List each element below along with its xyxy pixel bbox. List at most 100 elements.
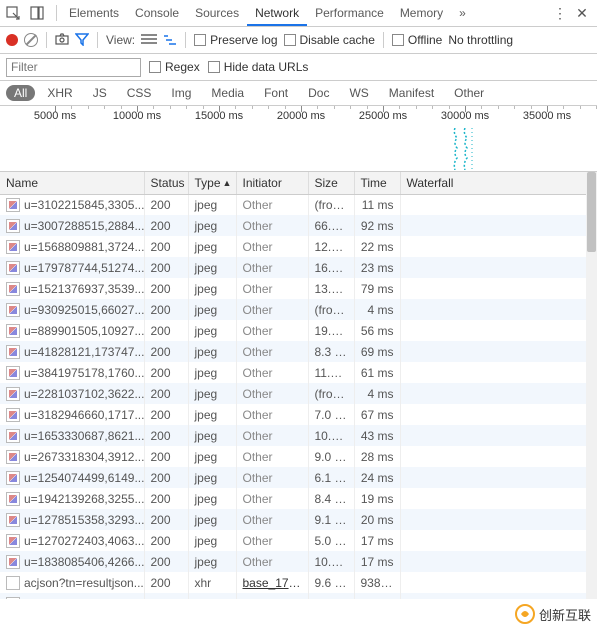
status-cell: 200 — [144, 362, 188, 383]
disable-cache-checkbox[interactable]: Disable cache — [284, 33, 375, 47]
type-media[interactable]: Media — [203, 85, 252, 101]
timeline-ruler[interactable]: 5000 ms10000 ms15000 ms20000 ms25000 ms3… — [0, 106, 597, 172]
request-table-container: NameStatusType▲InitiatorSizeTimeWaterfal… — [0, 172, 597, 599]
column-name[interactable]: Name — [0, 172, 144, 194]
tab-memory[interactable]: Memory — [392, 0, 451, 26]
time-cell: 11 ms — [354, 194, 400, 215]
initiator-cell: Other — [236, 488, 308, 509]
type-manifest[interactable]: Manifest — [381, 85, 442, 101]
type-cell: jpeg — [188, 215, 236, 236]
sort-asc-icon: ▲ — [223, 178, 232, 188]
size-cell: 12.3 ... — [308, 236, 354, 257]
table-row[interactable]: u=1568809881,3724...200jpegOther12.3 ...… — [0, 236, 597, 257]
watermark: 创新互联 — [515, 604, 591, 624]
column-status[interactable]: Status — [144, 172, 188, 194]
size-cell: 8.3 KB — [308, 341, 354, 362]
request-name: u=179787744,51274... — [24, 261, 144, 275]
tab-network[interactable]: Network — [247, 0, 307, 26]
type-ws[interactable]: WS — [341, 85, 376, 101]
menu-icon[interactable]: ⋮ — [549, 5, 571, 22]
column-type[interactable]: Type▲ — [188, 172, 236, 194]
type-cell: jpeg — [188, 278, 236, 299]
table-row[interactable]: u=1278515358,3293...200jpegOther9.1 KB20… — [0, 509, 597, 530]
file-type-icon — [6, 387, 20, 401]
column-waterfall[interactable]: Waterfall — [400, 172, 597, 194]
table-row[interactable]: u=1838085406,4266...200jpegOther10.5 ...… — [0, 551, 597, 572]
request-name: acjson?tn=resultjson... — [24, 576, 144, 590]
column-initiator[interactable]: Initiator — [236, 172, 308, 194]
record-button[interactable] — [6, 34, 18, 46]
clear-button[interactable] — [24, 33, 38, 47]
table-row[interactable]: acjson?tn=resultjson...200xhrbase_175b..… — [0, 593, 597, 599]
time-cell: 20 ms — [354, 509, 400, 530]
column-time[interactable]: Time — [354, 172, 400, 194]
table-row[interactable]: u=3841975178,1760...200jpegOther11.3 ...… — [0, 362, 597, 383]
table-row[interactable]: u=1653330687,8621...200jpegOther10.0 ...… — [0, 425, 597, 446]
table-row[interactable]: acjson?tn=resultjson...200xhrbase_175b..… — [0, 572, 597, 593]
time-cell: 43 ms — [354, 425, 400, 446]
initiator-cell[interactable]: base_175b... — [236, 572, 308, 593]
type-doc[interactable]: Doc — [300, 85, 337, 101]
time-cell: 61 ms — [354, 362, 400, 383]
initiator-cell[interactable]: base_175b... — [236, 593, 308, 599]
tab-performance[interactable]: Performance — [307, 0, 392, 26]
type-other[interactable]: Other — [446, 85, 492, 101]
column-size[interactable]: Size — [308, 172, 354, 194]
tab-console[interactable]: Console — [127, 0, 187, 26]
waterfall-icon[interactable] — [163, 33, 177, 47]
initiator-cell: Other — [236, 551, 308, 572]
table-row[interactable]: u=930925015,66027...200jpegOther(from...… — [0, 299, 597, 320]
type-font[interactable]: Font — [256, 85, 296, 101]
dock-side-icon[interactable] — [28, 4, 46, 22]
hide-data-urls-checkbox[interactable]: Hide data URLs — [208, 60, 309, 74]
regex-checkbox[interactable]: Regex — [149, 60, 200, 74]
type-cell: jpeg — [188, 467, 236, 488]
type-xhr[interactable]: XHR — [39, 85, 80, 101]
status-cell: 200 — [144, 215, 188, 236]
table-row[interactable]: u=2281037102,3622...200jpegOther(from...… — [0, 383, 597, 404]
select-element-icon[interactable] — [4, 4, 22, 22]
table-row[interactable]: u=41828121,173747...200jpegOther8.3 KB69… — [0, 341, 597, 362]
type-cell: jpeg — [188, 488, 236, 509]
size-cell: 16.7 ... — [308, 257, 354, 278]
initiator-cell: Other — [236, 215, 308, 236]
tab-sources[interactable]: Sources — [187, 0, 247, 26]
throttling-dropdown[interactable]: No throttling — [448, 33, 513, 47]
table-row[interactable]: u=3007288515,2884...200jpegOther66.6 ...… — [0, 215, 597, 236]
type-css[interactable]: CSS — [119, 85, 160, 101]
table-row[interactable]: u=889901505,10927...200jpegOther19.2 ...… — [0, 320, 597, 341]
file-type-icon — [6, 513, 20, 527]
table-row[interactable]: u=2673318304,3912...200jpegOther9.0 KB28… — [0, 446, 597, 467]
table-row[interactable]: u=1942139268,3255...200jpegOther8.4 KB19… — [0, 488, 597, 509]
table-row[interactable]: u=179787744,51274...200jpegOther16.7 ...… — [0, 257, 597, 278]
table-row[interactable]: u=1521376937,3539...200jpegOther13.0 ...… — [0, 278, 597, 299]
large-rows-icon[interactable] — [141, 34, 157, 46]
vertical-scrollbar[interactable] — [586, 172, 597, 599]
offline-checkbox[interactable]: Offline — [392, 33, 442, 47]
request-name: u=1270272403,4063... — [24, 534, 144, 548]
filter-toggle-icon[interactable] — [75, 32, 89, 49]
filter-input[interactable] — [6, 58, 141, 77]
table-row[interactable]: u=1254074499,6149...200jpegOther6.1 KB24… — [0, 467, 597, 488]
ruler-tick: 35000 ms — [523, 110, 571, 122]
time-cell: 56 ms — [354, 320, 400, 341]
divider — [46, 32, 47, 48]
preserve-log-checkbox[interactable]: Preserve log — [194, 33, 277, 47]
initiator-cell: Other — [236, 383, 308, 404]
table-row[interactable]: u=1270272403,4063...200jpegOther5.0 KB17… — [0, 530, 597, 551]
type-img[interactable]: Img — [163, 85, 199, 101]
preserve-log-label: Preserve log — [210, 33, 277, 47]
table-row[interactable]: u=3102215845,3305...200jpegOther(from...… — [0, 194, 597, 215]
type-all[interactable]: All — [6, 85, 35, 101]
table-row[interactable]: u=3182946660,1717...200jpegOther7.0 KB67… — [0, 404, 597, 425]
type-js[interactable]: JS — [85, 85, 115, 101]
scrollbar-thumb[interactable] — [587, 172, 596, 252]
screenshot-icon[interactable] — [55, 32, 69, 49]
initiator-cell: Other — [236, 404, 308, 425]
type-cell: jpeg — [188, 551, 236, 572]
tab-elements[interactable]: Elements — [61, 0, 127, 26]
time-cell: 71 ms — [354, 593, 400, 599]
time-cell: 67 ms — [354, 404, 400, 425]
close-icon[interactable]: ✕ — [571, 5, 593, 22]
tabs-overflow[interactable]: » — [451, 0, 474, 26]
